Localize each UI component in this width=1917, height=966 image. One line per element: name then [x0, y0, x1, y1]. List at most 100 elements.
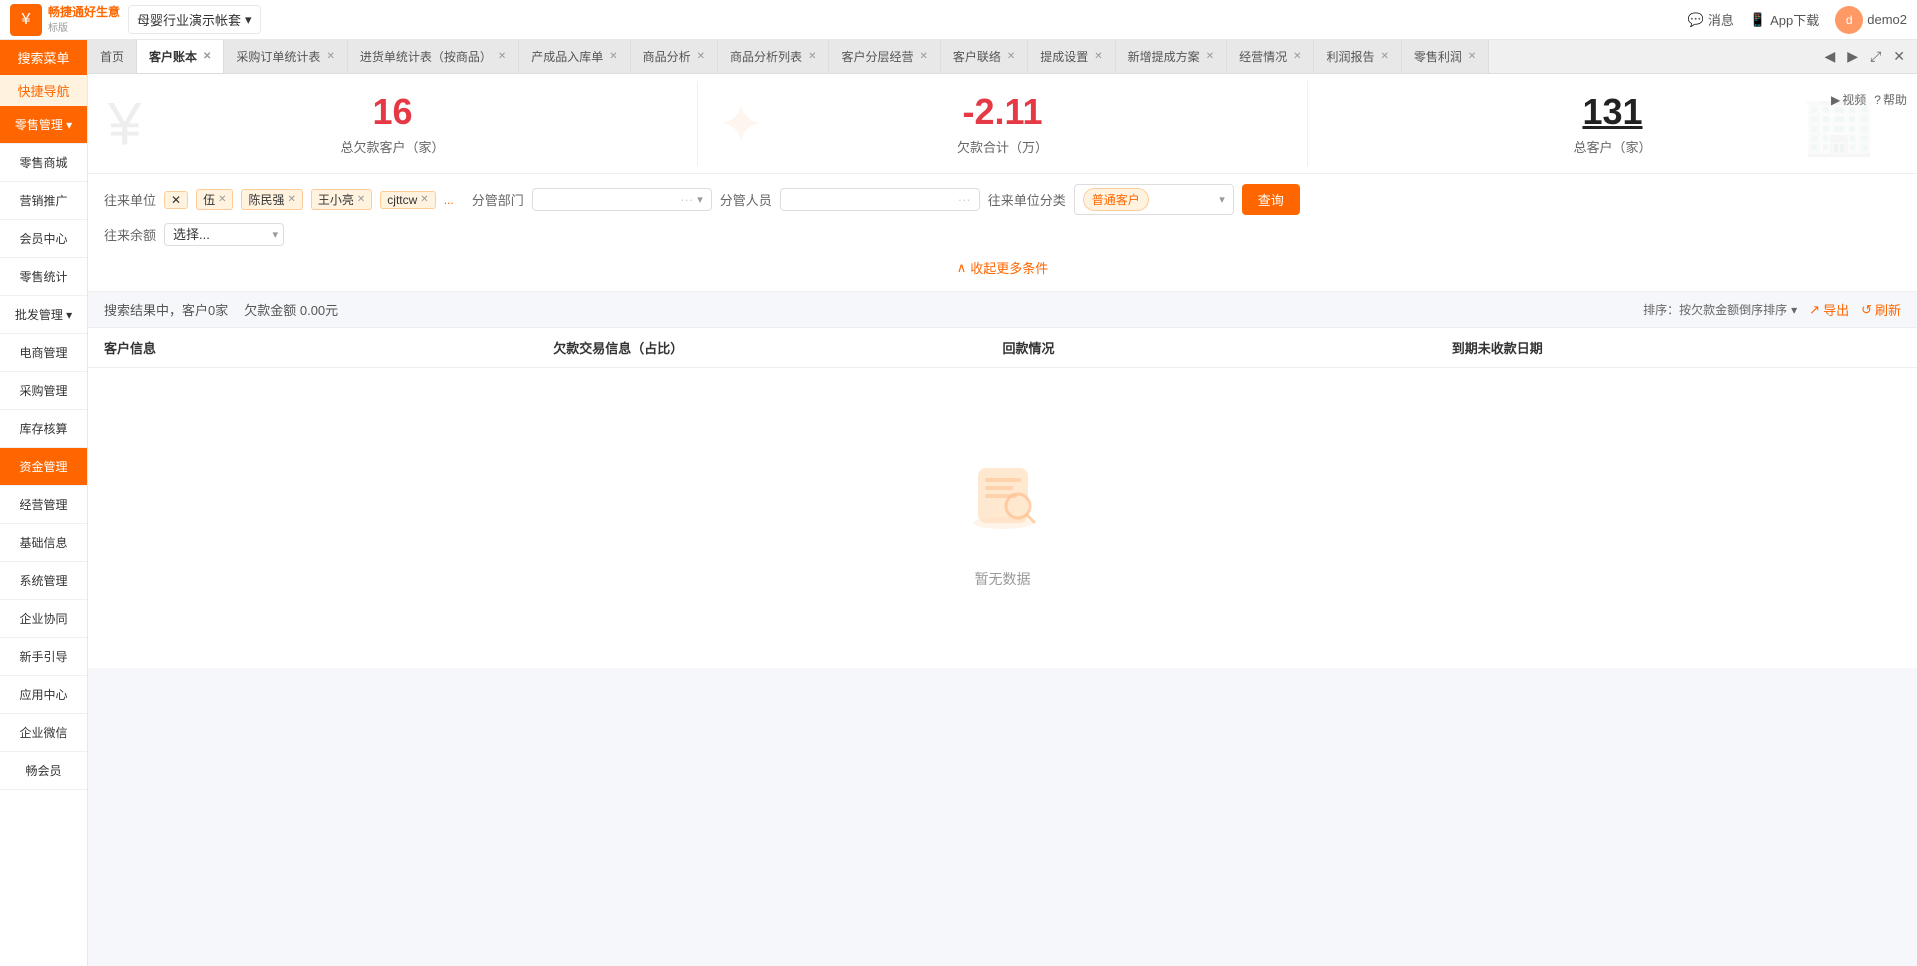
message-btn[interactable]: 💬 消息 [1688, 10, 1734, 29]
tab-add-commission[interactable]: 新增提成方案 ✕ [1116, 40, 1227, 74]
tab-profit-report-close[interactable]: ✕ [1381, 51, 1389, 62]
sidebar-item-wechat[interactable]: 企业微信 [0, 714, 87, 752]
sidebar-item-system[interactable]: 系统管理 [0, 562, 87, 600]
tab-product-analysis-label: 商品分析 [643, 48, 691, 65]
tab-retail-profit-label: 零售利润 [1414, 48, 1462, 65]
tab-profit-report[interactable]: 利润报告 ✕ [1314, 40, 1401, 74]
sidebar-item-retail-mall[interactable]: 零售商城 [0, 144, 87, 182]
stat-overdue-customers: ¥ 16 总欠款客户（家） [88, 81, 698, 166]
sort-selector[interactable]: 排序：按欠款金额倒序排序 ▾ [1643, 301, 1797, 318]
sidebar-item-ecommerce[interactable]: 电商管理 [0, 334, 87, 372]
tab-add-commission-label: 新增提成方案 [1128, 48, 1200, 65]
user-name: demo2 [1867, 12, 1907, 27]
filter-row-1: 往来单位 ✕ 伍 ✕ 陈民强 ✕ 王小亮 ✕ [104, 184, 1901, 215]
top-bar-right: 💬 消息 📱 App下载 d demo2 [1688, 6, 1907, 34]
tab-customer-contact-close[interactable]: ✕ [1007, 51, 1015, 62]
collapse-icon: ∧ [957, 260, 967, 276]
help-btn[interactable]: ? 帮助 [1874, 91, 1907, 108]
table-body: 暂无数据 [88, 368, 1917, 668]
sidebar-item-retail-management[interactable]: 零售管理 ▾ [0, 106, 87, 144]
stat-overdue-amount: ✦ -2.11 欠款合计（万） [698, 81, 1308, 166]
store-selector[interactable]: 母婴行业演示帐套 ▾ [128, 5, 261, 34]
tab-customer-layer[interactable]: 客户分层经营 ✕ [829, 40, 940, 74]
filter-tag-wu-close[interactable]: ✕ [218, 194, 226, 205]
filter-unit-class-tag: 普通客户 [1083, 188, 1149, 211]
tab-inbound-stats[interactable]: 进货单统计表（按商品） ✕ [348, 40, 519, 74]
filter-unit-class-label: 往来单位分类 [988, 190, 1066, 209]
export-btn[interactable]: ↗ 导出 [1809, 300, 1849, 319]
filter-person-input[interactable]: ··· [780, 188, 980, 211]
tab-retail-profit[interactable]: 零售利润 ✕ [1402, 40, 1489, 74]
sidebar-item-wholesale[interactable]: 批发管理 ▾ [0, 296, 87, 334]
app-label: App下载 [1770, 10, 1819, 29]
tab-inbound-stats-close[interactable]: ✕ [498, 51, 506, 62]
filter-balance-select[interactable]: 选择... [164, 223, 284, 246]
sidebar-item-operations[interactable]: 经营管理 [0, 486, 87, 524]
filter-dept-input[interactable]: ··· ▾ [532, 188, 712, 211]
sidebar-search[interactable]: 搜索菜单 [0, 40, 87, 75]
user-menu[interactable]: d demo2 [1835, 6, 1907, 34]
filter-unit-class-input[interactable]: 普通客户 ▾ [1074, 184, 1234, 215]
tab-close-all-icon[interactable]: ✕ [1889, 46, 1909, 67]
filter-more-tags[interactable]: ... [444, 193, 454, 207]
tab-operations[interactable]: 经营情况 ✕ [1227, 40, 1314, 74]
tab-commission-settings-label: 提成设置 [1040, 48, 1088, 65]
tab-product-analysis-close[interactable]: ✕ [697, 51, 705, 62]
refresh-icon: ↺ [1861, 302, 1872, 318]
sidebar-item-app-center[interactable]: 应用中心 [0, 676, 87, 714]
search-overdue-text: 欠款金额 0.00元 [244, 300, 338, 319]
tab-add-commission-close[interactable]: ✕ [1206, 51, 1214, 62]
filter-tag-cj-close[interactable]: ✕ [420, 194, 428, 205]
sidebar-item-retail-stats[interactable]: 零售统计 [0, 258, 87, 296]
tab-product-inbound-close[interactable]: ✕ [609, 51, 617, 62]
table-col-repayment: 回款情况 [1003, 338, 1452, 357]
tab-customer-layer-close[interactable]: ✕ [919, 51, 927, 62]
sidebar-quick-nav[interactable]: 快捷导航 [0, 75, 87, 106]
sidebar-item-member[interactable]: 畅会员 [0, 752, 87, 790]
sidebar-item-purchase[interactable]: 采购管理 [0, 372, 87, 410]
tab-customer-ledger-close[interactable]: ✕ [203, 51, 211, 62]
search-result-bar: 搜索结果中，客户0家 欠款金额 0.00元 排序：按欠款金额倒序排序 ▾ ↗ 导… [88, 292, 1917, 328]
tab-product-analysis-list[interactable]: 商品分析列表 ✕ [718, 40, 829, 74]
sidebar-item-marketing[interactable]: 营销推广 [0, 182, 87, 220]
refresh-btn[interactable]: ↺ 刷新 [1861, 300, 1901, 319]
tab-operations-close[interactable]: ✕ [1293, 51, 1301, 62]
sidebar-item-inventory[interactable]: 库存核算 [0, 410, 87, 448]
tab-commission-settings-close[interactable]: ✕ [1094, 51, 1102, 62]
tab-next-arrow[interactable]: ▶ [1843, 46, 1862, 67]
avatar: d [1835, 6, 1863, 34]
tab-purchase-stats[interactable]: 采购订单统计表 ✕ [224, 40, 347, 74]
sidebar-item-basic-info[interactable]: 基础信息 [0, 524, 87, 562]
sidebar-item-enterprise[interactable]: 企业协同 [0, 600, 87, 638]
filter-tag-wang: 王小亮 ✕ [311, 189, 372, 210]
tab-customer-contact[interactable]: 客户联络 ✕ [941, 40, 1028, 74]
content-area: 首页 客户账本 ✕ 采购订单统计表 ✕ 进货单统计表（按商品） ✕ 产成品入库单… [88, 40, 1917, 966]
tab-product-inbound[interactable]: 产成品入库单 ✕ [519, 40, 630, 74]
tab-expand-icon[interactable]: ⤢ [1866, 46, 1885, 67]
stat-total-customers-label: 总客户（家） [1573, 137, 1651, 156]
tab-customer-ledger[interactable]: 客户账本 ✕ [137, 40, 224, 74]
tab-purchase-stats-close[interactable]: ✕ [326, 51, 334, 62]
sidebar-item-member-center[interactable]: 会员中心 [0, 220, 87, 258]
tab-commission-settings[interactable]: 提成设置 ✕ [1028, 40, 1115, 74]
tab-product-analysis-list-close[interactable]: ✕ [808, 51, 816, 62]
tab-bar: 首页 客户账本 ✕ 采购订单统计表 ✕ 进货单统计表（按商品） ✕ 产成品入库单… [88, 40, 1917, 74]
tab-home[interactable]: 首页 [88, 40, 137, 74]
filter-tag-wang-close[interactable]: ✕ [357, 194, 365, 205]
sidebar-item-guide[interactable]: 新手引导 [0, 638, 87, 676]
filter-tag-chen-close[interactable]: ✕ [288, 194, 296, 205]
tab-product-analysis[interactable]: 商品分析 ✕ [631, 40, 718, 74]
tab-retail-profit-close[interactable]: ✕ [1468, 51, 1476, 62]
message-label: 消息 [1708, 10, 1734, 29]
tab-product-analysis-list-label: 商品分析列表 [730, 48, 802, 65]
app-download-btn[interactable]: 📱 App下载 [1750, 10, 1819, 29]
table-header: 客户信息 欠款交易信息（占比） 回款情况 到期未收款日期 [88, 328, 1917, 368]
collapse-btn[interactable]: ∧ 收起更多条件 [104, 254, 1901, 281]
filter-tag-x-text: ✕ [171, 193, 181, 207]
tab-prev-arrow[interactable]: ◀ [1821, 46, 1840, 67]
export-icon: ↗ [1809, 302, 1820, 318]
filter-balance-label: 往来余额 [104, 225, 156, 244]
video-btn[interactable]: ▶ 视频 [1831, 91, 1866, 108]
query-button[interactable]: 查询 [1242, 184, 1300, 215]
sidebar-item-finance[interactable]: 资金管理 [0, 448, 87, 486]
